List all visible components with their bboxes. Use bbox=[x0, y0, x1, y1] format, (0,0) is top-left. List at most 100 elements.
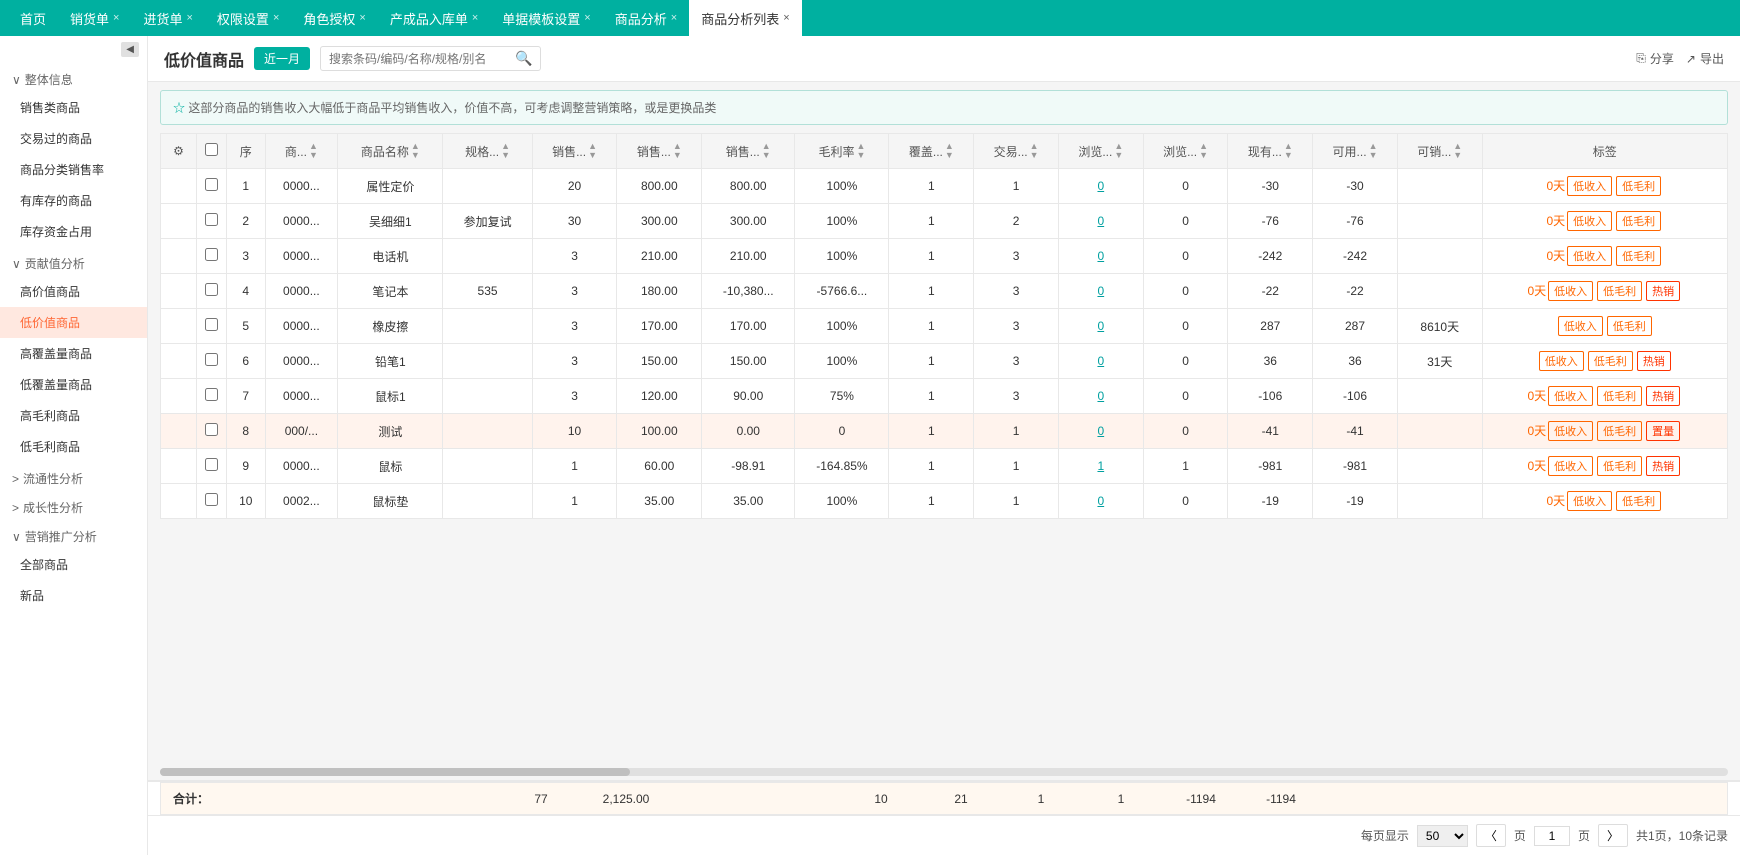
cell-browse1[interactable]: 1 bbox=[1058, 449, 1143, 484]
sort-icon[interactable]: ▲▼ bbox=[1453, 142, 1462, 160]
scrollbar-thumb[interactable] bbox=[160, 768, 630, 776]
select-all-checkbox[interactable] bbox=[205, 143, 218, 156]
gear-icon[interactable]: ⚙ bbox=[173, 144, 184, 158]
col-browse2[interactable]: 浏览... ▲▼ bbox=[1143, 134, 1228, 169]
per-page-select[interactable]: 50 100 200 bbox=[1417, 825, 1468, 847]
close-icon[interactable]: × bbox=[113, 12, 119, 24]
sort-icon[interactable]: ▲▼ bbox=[411, 142, 420, 160]
col-sales-amount[interactable]: 销售... ▲▼ bbox=[702, 134, 795, 169]
cell-browse1[interactable]: 0 bbox=[1058, 344, 1143, 379]
horizontal-scrollbar[interactable] bbox=[160, 768, 1728, 776]
col-browse1[interactable]: 浏览... ▲▼ bbox=[1058, 134, 1143, 169]
col-available[interactable]: 可用... ▲▼ bbox=[1313, 134, 1398, 169]
nav-sales[interactable]: 销货单 × bbox=[58, 0, 131, 36]
browse-link[interactable]: 0 bbox=[1097, 249, 1104, 263]
cell-browse1[interactable]: 0 bbox=[1058, 484, 1143, 519]
browse-link[interactable]: 0 bbox=[1097, 389, 1104, 403]
sidebar-item-high-coverage[interactable]: 高覆盖量商品 bbox=[0, 338, 147, 369]
close-icon[interactable]: × bbox=[472, 12, 478, 24]
cell-browse1[interactable]: 0 bbox=[1058, 169, 1143, 204]
sidebar-item-new-goods[interactable]: 新品 bbox=[0, 580, 147, 611]
cell-check[interactable] bbox=[197, 239, 227, 274]
row-checkbox[interactable] bbox=[205, 178, 218, 191]
first-page-button[interactable]: 〈 bbox=[1476, 824, 1506, 847]
cell-check[interactable] bbox=[197, 379, 227, 414]
cell-check[interactable] bbox=[197, 309, 227, 344]
browse-link[interactable]: 1 bbox=[1097, 459, 1104, 473]
cell-check[interactable] bbox=[197, 344, 227, 379]
sidebar-item-traded-goods[interactable]: 交易过的商品 bbox=[0, 123, 147, 154]
browse-link[interactable]: 0 bbox=[1097, 494, 1104, 508]
cell-browse1[interactable]: 0 bbox=[1058, 204, 1143, 239]
browse-link[interactable]: 0 bbox=[1097, 284, 1104, 298]
cell-browse1[interactable]: 0 bbox=[1058, 379, 1143, 414]
cell-check[interactable] bbox=[197, 204, 227, 239]
row-checkbox[interactable] bbox=[205, 318, 218, 331]
col-check[interactable] bbox=[197, 134, 227, 169]
cell-check[interactable] bbox=[197, 274, 227, 309]
sidebar-item-low-coverage[interactable]: 低覆盖量商品 bbox=[0, 369, 147, 400]
close-icon[interactable]: × bbox=[359, 12, 365, 24]
col-code[interactable]: 商... ▲▼ bbox=[265, 134, 338, 169]
col-name[interactable]: 商品名称 ▲▼ bbox=[338, 134, 443, 169]
cell-browse1[interactable]: 0 bbox=[1058, 274, 1143, 309]
row-checkbox[interactable] bbox=[205, 458, 218, 471]
close-icon[interactable]: × bbox=[783, 12, 789, 24]
cell-check[interactable] bbox=[197, 484, 227, 519]
cell-browse1[interactable]: 0 bbox=[1058, 239, 1143, 274]
nav-goods-analysis[interactable]: 商品分析 × bbox=[603, 0, 689, 36]
browse-link[interactable]: 0 bbox=[1097, 319, 1104, 333]
row-checkbox[interactable] bbox=[205, 213, 218, 226]
sort-icon[interactable]: ▲▼ bbox=[1114, 142, 1123, 160]
col-current[interactable]: 现有... ▲▼ bbox=[1228, 134, 1313, 169]
search-input[interactable] bbox=[329, 52, 509, 66]
page-number-input[interactable] bbox=[1534, 826, 1570, 846]
row-checkbox[interactable] bbox=[205, 388, 218, 401]
nav-role[interactable]: 角色授权 × bbox=[291, 0, 377, 36]
sidebar-group-contribution[interactable]: ∨ 贡献值分析 bbox=[0, 247, 147, 276]
nav-goods-analysis-list[interactable]: 商品分析列表 × bbox=[689, 0, 801, 36]
nav-template[interactable]: 单据模板设置 × bbox=[490, 0, 602, 36]
nav-product-in[interactable]: 产成品入库单 × bbox=[378, 0, 490, 36]
next-page-button[interactable]: 〉 bbox=[1598, 824, 1628, 847]
sidebar-group-marketing[interactable]: ∨ 营销推广分析 bbox=[0, 520, 147, 549]
cell-check[interactable] bbox=[197, 414, 227, 449]
sidebar-item-sales-goods[interactable]: 销售类商品 bbox=[0, 92, 147, 123]
sidebar-item-high-margin[interactable]: 高毛利商品 bbox=[0, 400, 147, 431]
col-gross-margin[interactable]: 毛利率 ▲▼ bbox=[795, 134, 889, 169]
table-container[interactable]: ⚙ 序 商... ▲▼ 商品名称 ▲▼ 规格... ▲▼ bbox=[148, 133, 1740, 768]
sidebar-item-high-value[interactable]: 高价值商品 bbox=[0, 276, 147, 307]
search-icon[interactable]: 🔍 bbox=[515, 50, 532, 67]
sort-icon[interactable]: ▲▼ bbox=[1199, 142, 1208, 160]
filter-recent-month-button[interactable]: 近一月 bbox=[254, 47, 310, 70]
browse-link[interactable]: 0 bbox=[1097, 179, 1104, 193]
close-icon[interactable]: × bbox=[584, 12, 590, 24]
sort-icon[interactable]: ▲▼ bbox=[1369, 142, 1378, 160]
nav-home[interactable]: 首页 bbox=[8, 0, 58, 36]
sort-icon[interactable]: ▲▼ bbox=[673, 142, 682, 160]
col-coverage[interactable]: 覆盖... ▲▼ bbox=[889, 134, 974, 169]
browse-link[interactable]: 0 bbox=[1097, 214, 1104, 228]
sort-icon[interactable]: ▲▼ bbox=[588, 142, 597, 160]
cell-browse1[interactable]: 0 bbox=[1058, 309, 1143, 344]
close-icon[interactable]: × bbox=[273, 12, 279, 24]
collapse-sidebar-button[interactable]: ◀ bbox=[121, 42, 139, 57]
sidebar-group-growth[interactable]: > 成长性分析 bbox=[0, 491, 147, 520]
sort-icon[interactable]: ▲▼ bbox=[762, 142, 771, 160]
close-icon[interactable]: × bbox=[671, 12, 677, 24]
sidebar-item-stocked-goods[interactable]: 有库存的商品 bbox=[0, 185, 147, 216]
col-sales-qty[interactable]: 销售... ▲▼ bbox=[532, 134, 617, 169]
browse-link[interactable]: 0 bbox=[1097, 424, 1104, 438]
sidebar-item-low-value[interactable]: 低价值商品 bbox=[0, 307, 147, 338]
sidebar-item-inventory-funds[interactable]: 库存资金占用 bbox=[0, 216, 147, 247]
row-checkbox[interactable] bbox=[205, 248, 218, 261]
sidebar-item-low-margin[interactable]: 低毛利商品 bbox=[0, 431, 147, 462]
sidebar-group-overall[interactable]: ∨ 整体信息 bbox=[0, 63, 147, 92]
col-trade[interactable]: 交易... ▲▼ bbox=[974, 134, 1059, 169]
col-gear[interactable]: ⚙ bbox=[161, 134, 197, 169]
row-checkbox[interactable] bbox=[205, 283, 218, 296]
sidebar-group-circulation[interactable]: > 流通性分析 bbox=[0, 462, 147, 491]
col-spec[interactable]: 规格... ▲▼ bbox=[443, 134, 532, 169]
sort-icon[interactable]: ▲▼ bbox=[945, 142, 954, 160]
sort-icon[interactable]: ▲▼ bbox=[309, 142, 318, 160]
